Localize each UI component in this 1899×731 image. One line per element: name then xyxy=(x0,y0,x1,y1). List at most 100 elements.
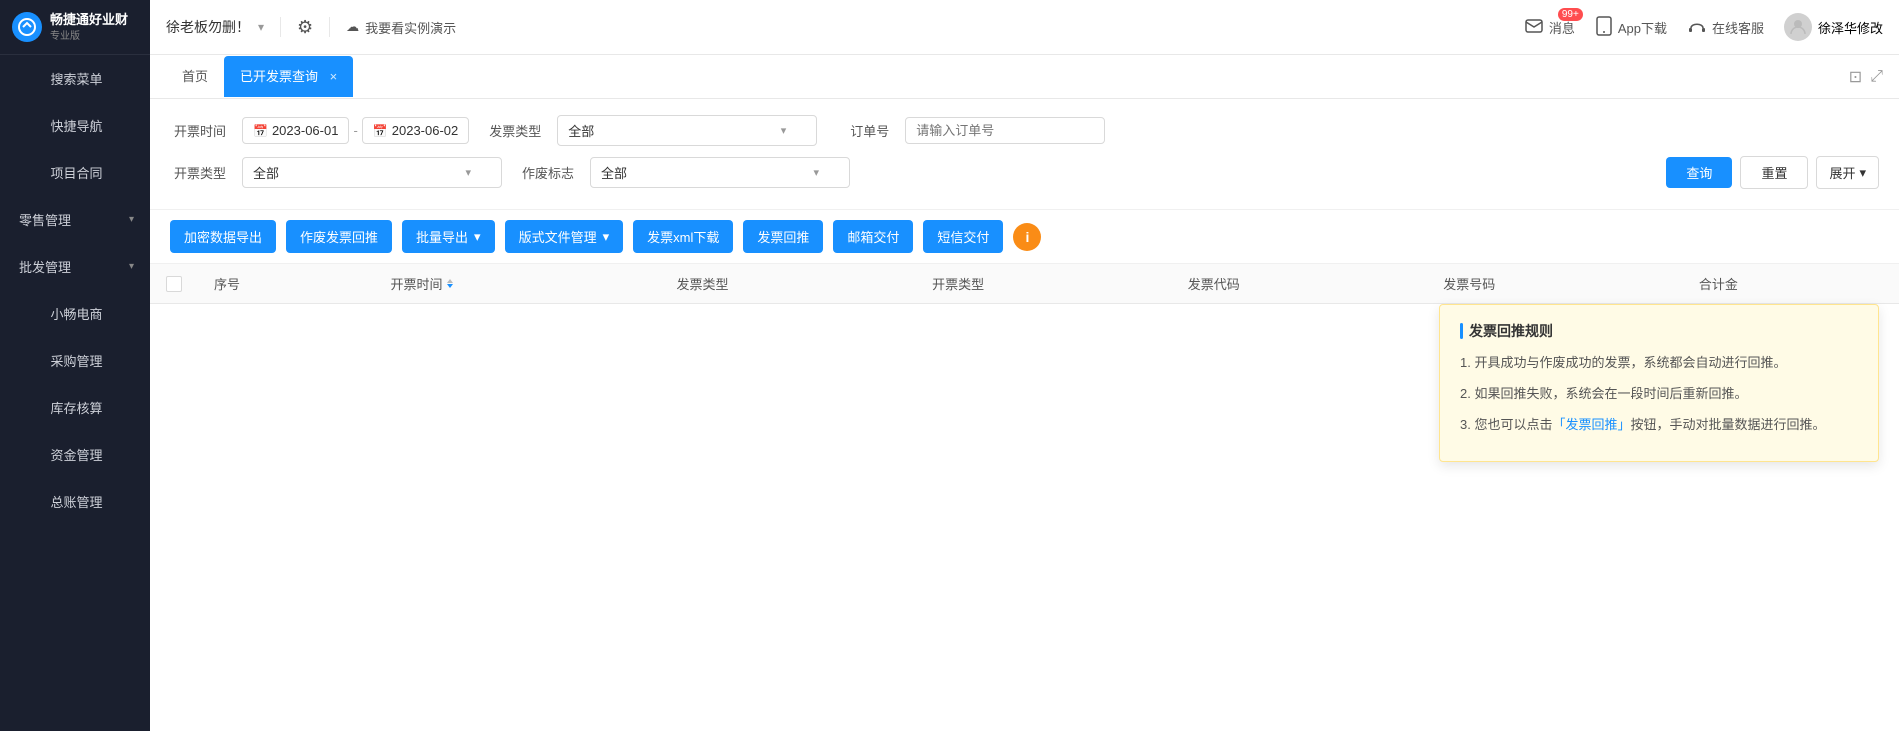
sidebar-item-inventory[interactable]: 库存核算 xyxy=(0,384,150,431)
date-separator: - xyxy=(353,123,357,138)
format-mgmt-button[interactable]: 版式文件管理 ▾ xyxy=(505,220,624,253)
window-icon[interactable]: ⊡ xyxy=(1849,67,1862,87)
header-greeting: 徐老板勿删！ xyxy=(166,17,250,37)
expand-icon[interactable]: ⤢ xyxy=(1870,68,1883,86)
customer-service-label: 在线客服 xyxy=(1712,18,1764,37)
batch-export-button[interactable]: 批量导出 ▾ xyxy=(402,220,495,253)
expand-button[interactable]: 展开 ▾ xyxy=(1816,156,1879,189)
tab-invoice-query-label: 已开发票查询 xyxy=(240,69,318,84)
reset-button[interactable]: 重置 xyxy=(1740,156,1808,189)
sidebar-item-finance[interactable]: 资金管理 xyxy=(0,431,150,478)
waste-flag-select[interactable]: 全部 ▾ xyxy=(590,157,850,188)
tab-home-label: 首页 xyxy=(182,69,208,84)
header-divider xyxy=(280,17,281,37)
info-icon: i xyxy=(1025,229,1029,245)
sidebar-item-purchase-mgmt[interactable]: 采购管理 xyxy=(0,337,150,384)
invoice-type-select[interactable]: 全部 ▾ xyxy=(557,115,817,146)
sidebar-item-label: 采购管理 xyxy=(50,351,102,370)
date-from-value: 2023-06-01 xyxy=(272,123,339,138)
info-button[interactable]: i xyxy=(1013,223,1041,251)
format-mgmt-label: 版式文件管理 xyxy=(519,227,597,246)
date-to-input[interactable]: 📅 2023-06-02 xyxy=(362,117,469,144)
message-icon xyxy=(1524,16,1544,39)
date-from-input[interactable]: 📅 2023-06-01 xyxy=(242,117,349,144)
header-right: 99+ 消息 App下载 在线客服 徐泽华修改 xyxy=(1524,13,1883,41)
filter-area: 开票时间 📅 2023-06-01 - 📅 2023-06-02 发票类型 全部 xyxy=(150,99,1899,210)
tab-home[interactable]: 首页 xyxy=(166,56,224,97)
tabs-right: ⊡ ⤢ xyxy=(1849,67,1883,87)
sort-down-icon xyxy=(447,284,453,288)
expand-arrow-icon: ▾ xyxy=(1859,165,1866,181)
app-download-button[interactable]: App下载 xyxy=(1595,16,1667,39)
invoice-time-label: 开票时间 xyxy=(170,121,226,140)
billing-type-label: 开票类型 xyxy=(170,163,226,182)
format-mgmt-arrow: ▾ xyxy=(603,229,610,245)
sms-delivery-button[interactable]: 短信交付 xyxy=(923,220,1003,253)
order-no-label: 订单号 xyxy=(833,121,889,140)
billing-type-select[interactable]: 全部 ▾ xyxy=(242,157,502,188)
username-label: 徐泽华修改 xyxy=(1818,18,1883,37)
sidebar-item-label: 搜索菜单 xyxy=(50,69,102,88)
billing-type-value: 全部 xyxy=(253,163,279,182)
select-all-checkbox[interactable] xyxy=(166,276,182,292)
table-header-invoice-time[interactable]: 开票时间 xyxy=(375,264,661,304)
sidebar-item-ledger[interactable]: 总账管理 xyxy=(0,478,150,525)
user-profile-button[interactable]: 徐泽华修改 xyxy=(1784,13,1883,41)
table-header-total-amount: 合计金 xyxy=(1683,264,1899,304)
sidebar-item-wholesale-mgmt[interactable]: 批发管理 ▾ xyxy=(0,243,150,290)
demo-link[interactable]: ☁ 我要看实例演示 xyxy=(346,18,456,37)
settings-icon[interactable]: ⚙ xyxy=(297,17,313,38)
order-no-input[interactable] xyxy=(905,117,1105,144)
calendar-icon2: 📅 xyxy=(373,124,388,138)
invoice-push-button[interactable]: 发票回推 xyxy=(743,220,823,253)
invoice-type-value: 全部 xyxy=(568,121,594,140)
invoice-table: 序号 开票时间 发票类型 xyxy=(150,264,1899,304)
chevron-down-icon2: ▾ xyxy=(465,166,471,179)
sidebar-item-label: 资金管理 xyxy=(50,445,102,464)
sidebar-item-quick-nav[interactable]: 快捷导航 xyxy=(0,102,150,149)
app-edition: 专业版 xyxy=(50,27,128,42)
sort-up-icon xyxy=(447,279,453,283)
table-area: 序号 开票时间 发票类型 xyxy=(150,264,1899,731)
table-header-row: 序号 开票时间 发票类型 xyxy=(150,264,1899,304)
date-to-value: 2023-06-02 xyxy=(392,123,459,138)
chevron-down-icon: ▾ xyxy=(781,124,787,137)
sidebar-item-label: 总账管理 xyxy=(50,492,102,511)
chevron-down-icon: ▾ xyxy=(129,261,134,272)
sidebar: 畅捷通好业财 专业版 搜索菜单 快捷导航 项目合同 零售管理 ▾ 批发管理 ▾ … xyxy=(0,0,150,731)
tabs-bar: 首页 已开发票查询 × ⊡ ⤢ xyxy=(150,55,1899,99)
sidebar-item-project-contract[interactable]: 项目合同 xyxy=(0,149,150,196)
date-range-picker[interactable]: 📅 2023-06-01 - 📅 2023-06-02 xyxy=(242,117,469,144)
tooltip-title: 发票回推规则 xyxy=(1460,321,1858,341)
sidebar-item-label: 库存核算 xyxy=(50,398,102,417)
headphone-icon xyxy=(1687,16,1707,39)
messages-button[interactable]: 99+ 消息 xyxy=(1524,16,1575,39)
app-name-area: 畅捷通好业财 专业版 xyxy=(50,12,128,43)
sidebar-item-search[interactable]: 搜索菜单 xyxy=(0,55,150,102)
header-dropdown-btn[interactable]: ▾ xyxy=(258,20,264,34)
tab-close-icon[interactable]: × xyxy=(330,69,338,84)
encrypt-export-button[interactable]: 加密数据导出 xyxy=(170,220,276,253)
cancel-invoice-button[interactable]: 作废发票回推 xyxy=(286,220,392,253)
filter-row-2: 开票类型 全部 ▾ 作废标志 全部 ▾ 查询 重置 展开 ▾ xyxy=(170,156,1879,189)
tab-invoice-query[interactable]: 已开发票查询 × xyxy=(224,56,353,97)
batch-export-arrow: ▾ xyxy=(474,229,481,245)
calendar-icon: 📅 xyxy=(253,124,268,138)
table-header-checkbox xyxy=(150,264,198,304)
invoice-type-label: 发票类型 xyxy=(485,121,541,140)
sidebar-item-retail-mgmt[interactable]: 零售管理 ▾ xyxy=(0,196,150,243)
customer-service-button[interactable]: 在线客服 xyxy=(1687,16,1764,39)
app-logo-icon xyxy=(12,12,42,42)
col-invoice-code-label: 发票代码 xyxy=(1188,277,1240,292)
sidebar-item-ecommerce[interactable]: 小畅电商 xyxy=(0,290,150,337)
xml-download-button[interactable]: 发票xml下载 xyxy=(633,220,733,253)
col-billing-type-label: 开票类型 xyxy=(932,277,984,292)
col-total-amount-label: 合计金 xyxy=(1699,277,1738,292)
user-avatar xyxy=(1784,13,1812,41)
col-invoice-no-label: 发票号码 xyxy=(1443,277,1495,292)
filter-actions: 查询 重置 展开 ▾ xyxy=(1666,156,1879,189)
tooltip-rule3-link: 「发票回推」 xyxy=(1552,417,1630,432)
email-delivery-button[interactable]: 邮箱交付 xyxy=(833,220,913,253)
batch-export-label: 批量导出 xyxy=(416,227,468,246)
query-button[interactable]: 查询 xyxy=(1666,157,1732,188)
